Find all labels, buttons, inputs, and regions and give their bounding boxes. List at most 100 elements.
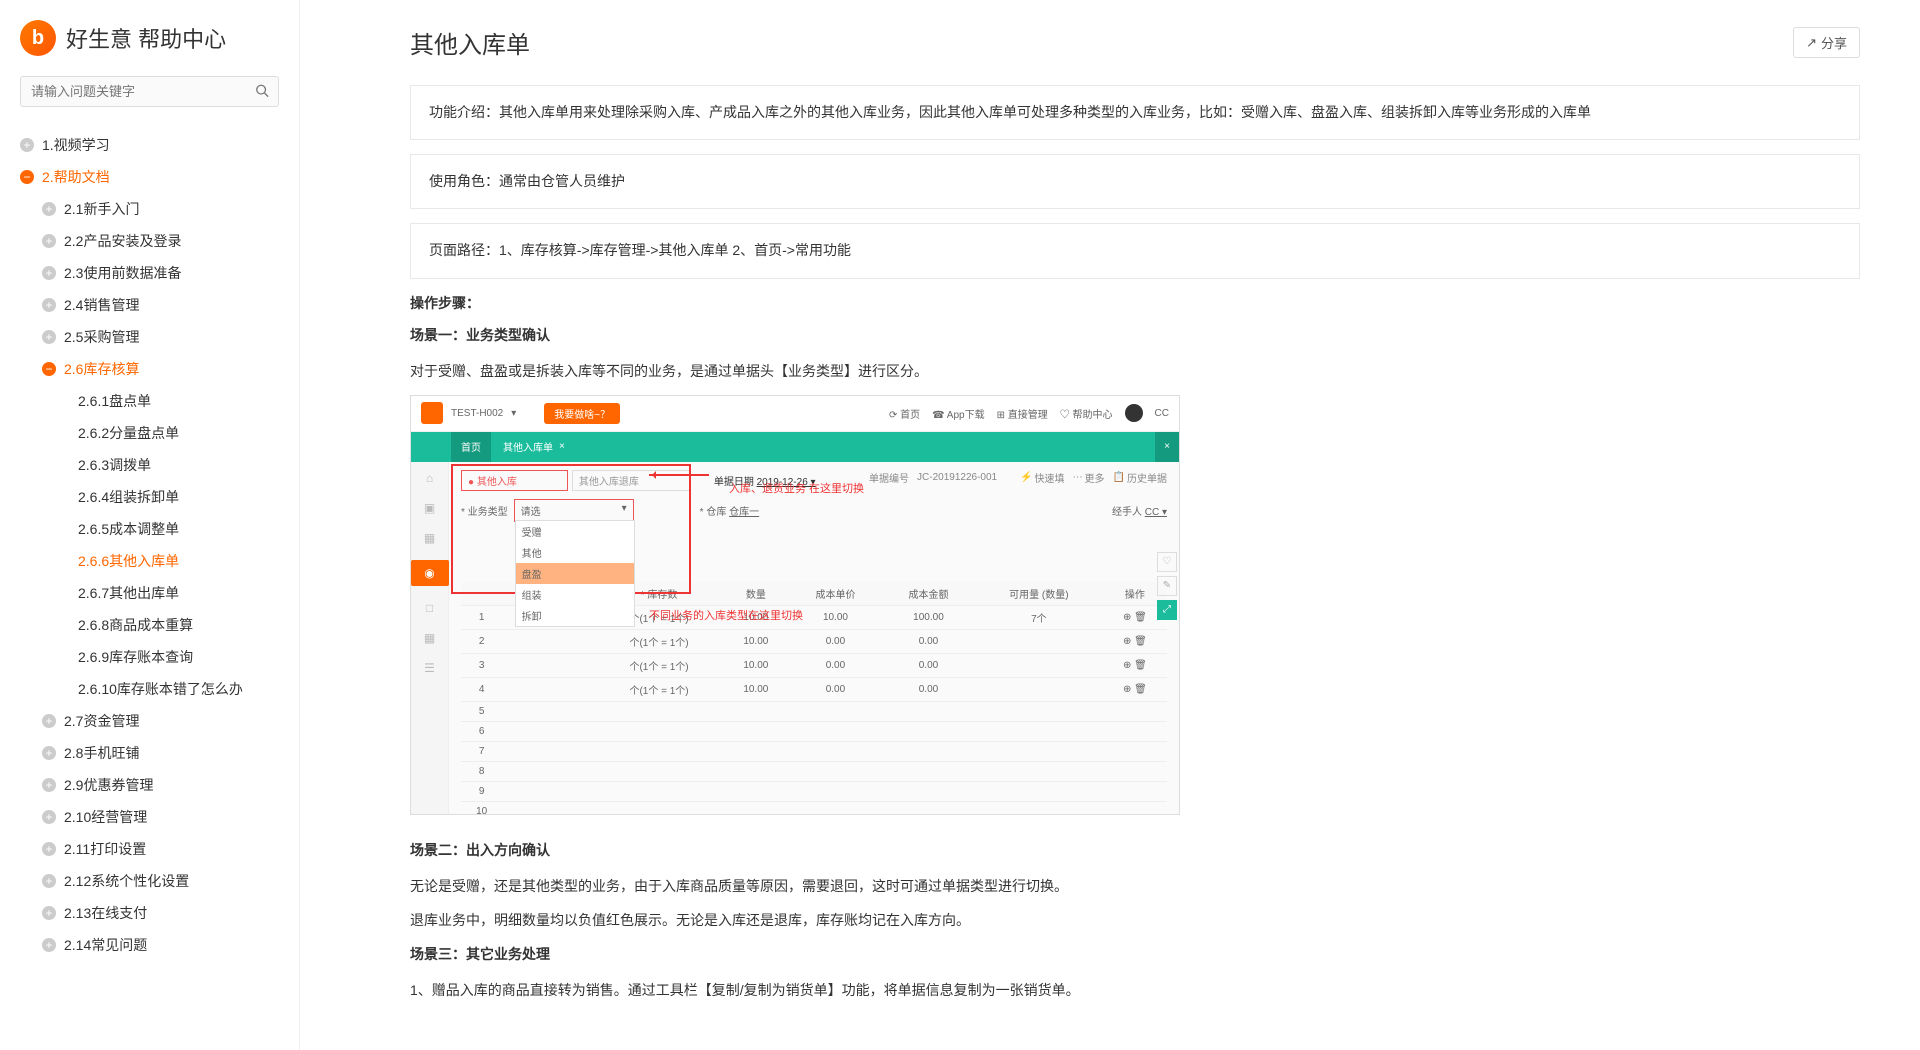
nav-label: 2.6.10库存账本错了怎么办 <box>78 673 243 705</box>
ss-top-link: App下载 <box>947 410 985 421</box>
nav-item-2-6-7[interactable]: 2.6.7其他出库单 <box>20 577 279 609</box>
nav-label: 1.视频学习 <box>42 129 110 161</box>
nav-item-video[interactable]: +1.视频学习 <box>20 129 279 161</box>
dropdown-list: 受赠 其他 盘盈 组装 拆卸 <box>515 520 635 627</box>
arrow-icon <box>649 474 709 476</box>
table-row: 4个(1个 = 1个)10.000.000.00⊕ 🗑 <box>461 677 1167 701</box>
nav-item-2-6-9[interactable]: 2.6.9库存账本查询 <box>20 641 279 673</box>
nav-label: 2.4销售管理 <box>64 289 139 321</box>
nav-item-2-11[interactable]: +2.11打印设置 <box>20 833 279 865</box>
dropdown-option: 拆卸 <box>516 605 634 626</box>
bill-label: 单据编号 <box>869 470 909 485</box>
ss-help-button: 我要做啥~？ <box>544 403 620 424</box>
nav-label: 2.6库存核算 <box>64 353 139 385</box>
search-input[interactable] <box>20 76 279 107</box>
tool-label: 更多 <box>1085 470 1105 485</box>
site-title: 好生意 帮助中心 <box>66 22 226 54</box>
nav-item-2-6-2[interactable]: 2.6.2分量盘点单 <box>20 417 279 449</box>
nav-tree: +1.视频学习 −2.帮助文档 +2.1新手入门 +2.2产品安装及登录 +2.… <box>20 129 279 961</box>
nav-item-2-14[interactable]: +2.14常见问题 <box>20 929 279 961</box>
ss-close-edge: × <box>1155 432 1179 462</box>
table-row: 5 <box>461 701 1167 721</box>
rightbar-icon: ♡ <box>1157 552 1177 572</box>
nav-item-2-3[interactable]: +2.3使用前数据准备 <box>20 257 279 289</box>
path-box: 页面路径：1、库存核算->库存管理->其他入库单 2、首页->常用功能 <box>410 223 1860 278</box>
handler-value: CC ▾ <box>1145 507 1167 518</box>
nav-item-2-6-4[interactable]: 2.6.4组装拆卸单 <box>20 481 279 513</box>
ss-top-link: 首页 <box>900 410 920 421</box>
close-icon: × <box>1164 441 1170 452</box>
search-icon[interactable] <box>255 83 269 100</box>
plus-icon: + <box>42 746 56 760</box>
avatar-icon <box>1125 404 1143 422</box>
brand-logo: b <box>20 20 56 56</box>
nav-item-2-5[interactable]: +2.5采购管理 <box>20 321 279 353</box>
nav-item-2-6-5[interactable]: 2.6.5成本调整单 <box>20 513 279 545</box>
plus-icon: + <box>42 330 56 344</box>
nav-label: 2.7资金管理 <box>64 705 139 737</box>
minus-icon: − <box>42 362 56 376</box>
share-button[interactable]: ↗ 分享 <box>1793 27 1860 58</box>
path-value: 1、库存核算->库存管理->其他入库单 2、首页->常用功能 <box>499 242 851 258</box>
tab-label: 其他入库单 <box>503 439 553 454</box>
nav-item-2-6-8[interactable]: 2.6.8商品成本重算 <box>20 609 279 641</box>
nav-label: 2.13在线支付 <box>64 897 147 929</box>
dropdown-option: 其他 <box>516 542 634 563</box>
nav-label: 2.6.4组装拆卸单 <box>78 481 179 513</box>
nav-item-2-9[interactable]: +2.9优惠券管理 <box>20 769 279 801</box>
nav-item-2-4[interactable]: +2.4销售管理 <box>20 289 279 321</box>
nav-item-2-2[interactable]: +2.2产品安装及登录 <box>20 225 279 257</box>
ss-test-id: TEST-H002 <box>451 408 503 419</box>
th: 成本金额 <box>882 582 975 606</box>
nav-item-2-6[interactable]: −2.6库存核算 <box>20 353 279 385</box>
active-nav-icon: ◉ <box>411 560 449 586</box>
ss-body: ⌂ ▣ ▦ ◉ □ ▦ ☰ 单据编号 JC-20191226-001 ⚡快速填 … <box>411 462 1179 814</box>
role-label: 使用角色： <box>429 173 499 189</box>
nav-label: 2.帮助文档 <box>42 161 110 193</box>
wh-value: 仓库一 <box>729 507 759 518</box>
share-label: 分享 <box>1821 33 1847 52</box>
plus-icon: + <box>42 906 56 920</box>
ss-tab-current: 其他入库单× <box>493 432 575 462</box>
table-row: 2个(1个 = 1个)10.000.000.00⊕ 🗑 <box>461 629 1167 653</box>
table-row: 3个(1个 = 1个)10.000.000.00⊕ 🗑 <box>461 653 1167 677</box>
nav-label: 2.6.5成本调整单 <box>78 513 179 545</box>
plus-icon: + <box>20 138 34 152</box>
nav-item-2-8[interactable]: +2.8手机旺铺 <box>20 737 279 769</box>
tab-label: 首页 <box>461 439 481 454</box>
minus-icon: − <box>20 170 34 184</box>
nav-item-docs[interactable]: −2.帮助文档 <box>20 161 279 193</box>
role-value: 通常由仓管人员维护 <box>499 173 625 189</box>
nav-item-2-12[interactable]: +2.12系统个性化设置 <box>20 865 279 897</box>
calendar-icon: ▦ <box>422 530 438 546</box>
nav-item-2-6-3[interactable]: 2.6.3调拨单 <box>20 449 279 481</box>
nav-label: 2.6.9库存账本查询 <box>78 641 193 673</box>
ss-top-link: 帮助中心 <box>1073 410 1113 421</box>
plus-icon: + <box>42 234 56 248</box>
nav-label: 2.1新手入门 <box>64 193 139 225</box>
nav-item-2-10[interactable]: +2.10经营管理 <box>20 801 279 833</box>
nav-item-2-7[interactable]: +2.7资金管理 <box>20 705 279 737</box>
nav-label: 2.6.2分量盘点单 <box>78 417 179 449</box>
nav-item-2-1[interactable]: +2.1新手入门 <box>20 193 279 225</box>
dropdown-option: 组装 <box>516 584 634 605</box>
nav-item-2-6-6[interactable]: 2.6.6其他入库单 <box>20 545 279 577</box>
nav-label: 2.5采购管理 <box>64 321 139 353</box>
nav-item-2-13[interactable]: +2.13在线支付 <box>20 897 279 929</box>
nav-item-2-6-1[interactable]: 2.6.1盘点单 <box>20 385 279 417</box>
share-icon: ↗ <box>1806 35 1817 51</box>
tool-label: 快速填 <box>1035 470 1065 485</box>
nav-item-2-6-10[interactable]: 2.6.10库存账本错了怎么办 <box>20 673 279 705</box>
rightbar-icon: ✎ <box>1157 576 1177 596</box>
brand-row: b 好生意 帮助中心 <box>20 20 279 56</box>
handler-label: 经手人 <box>1112 507 1142 518</box>
plus-icon: + <box>42 810 56 824</box>
tool-label: 历史单据 <box>1127 470 1167 485</box>
table-row: 6 <box>461 721 1167 741</box>
ss-form-row: * 业务类型 请选▾ 受赠 其他 盘盈 组装 拆卸 * 仓库 仓库一 <box>461 499 1167 522</box>
annotation-text: 不同业务的入库类型在这里切换 <box>649 607 803 623</box>
scene3-heading: 场景三：其它业务处理 <box>410 944 1860 964</box>
ss-toolbar: 单据编号 JC-20191226-001 ⚡快速填 ⋯更多 📋历史单据 <box>869 470 1167 485</box>
path-label: 页面路径： <box>429 242 499 258</box>
ss-top-link: 直接管理 <box>1008 410 1048 421</box>
